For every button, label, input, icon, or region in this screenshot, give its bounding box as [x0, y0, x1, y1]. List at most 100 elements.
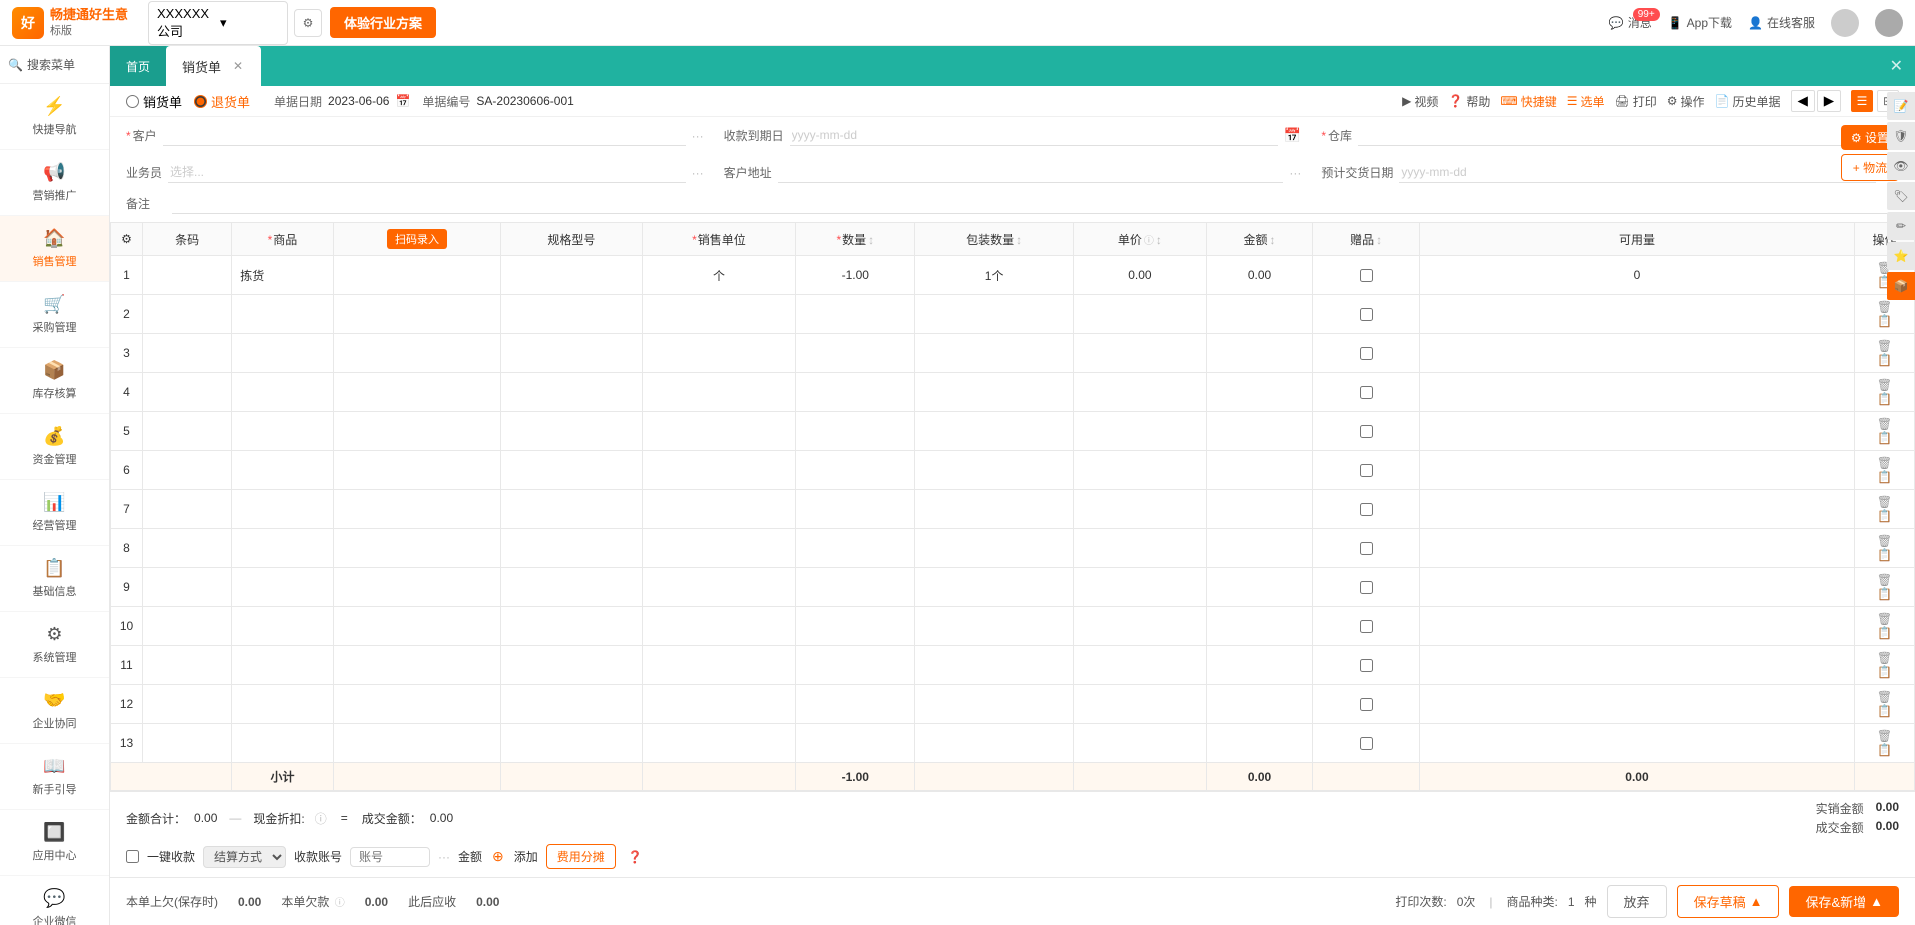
- delete-icon[interactable]: 🗑: [1877, 729, 1892, 743]
- delete-icon[interactable]: 🗑: [1877, 456, 1892, 470]
- th-scan[interactable]: 扫码录入: [333, 223, 500, 256]
- row-qty[interactable]: [796, 529, 915, 568]
- row-gift[interactable]: [1313, 295, 1420, 334]
- sidebar-item-guide[interactable]: 📖 新手引导: [0, 744, 109, 810]
- row-product[interactable]: [232, 685, 334, 724]
- tab-sales-order[interactable]: 销货单 ✕: [166, 46, 261, 86]
- float-shield-button[interactable]: 🛡: [1887, 122, 1915, 150]
- row-qty[interactable]: [796, 334, 915, 373]
- return-order-radio-label[interactable]: 退货单: [194, 92, 250, 111]
- row-unit-price[interactable]: [1074, 412, 1207, 451]
- row-unit-price[interactable]: [1074, 451, 1207, 490]
- settlement-select[interactable]: 结算方式: [203, 846, 286, 868]
- gift-checkbox[interactable]: [1360, 464, 1373, 477]
- row-gift[interactable]: [1313, 724, 1420, 763]
- row-qty[interactable]: [796, 685, 915, 724]
- gift-checkbox[interactable]: [1360, 386, 1373, 399]
- expected-date-input[interactable]: [1399, 162, 1875, 183]
- sidebar-search[interactable]: 🔍 搜索菜单: [0, 46, 109, 84]
- return-order-radio[interactable]: [194, 95, 207, 108]
- row-product[interactable]: [232, 724, 334, 763]
- delete-icon[interactable]: 🗑: [1877, 573, 1892, 587]
- copy-icon[interactable]: 📋: [1877, 587, 1892, 601]
- delete-icon[interactable]: 🗑: [1877, 690, 1892, 704]
- gift-checkbox[interactable]: [1360, 737, 1373, 750]
- row-product[interactable]: [232, 373, 334, 412]
- trial-button[interactable]: 体验行业方案: [330, 7, 436, 38]
- delete-icon[interactable]: 🗑: [1877, 417, 1892, 431]
- help-link[interactable]: ❓ 帮助: [1448, 93, 1490, 110]
- gift-checkbox[interactable]: [1360, 698, 1373, 711]
- float-box-button[interactable]: 📦: [1887, 272, 1915, 300]
- sales-order-radio-label[interactable]: 销货单: [126, 92, 182, 111]
- row-gift[interactable]: [1313, 490, 1420, 529]
- add-button[interactable]: ⊕: [492, 848, 504, 865]
- sidebar-item-sales[interactable]: 🏠 销售管理: [0, 216, 109, 282]
- company-selector[interactable]: XXXXXX公司 ▾: [148, 1, 288, 45]
- shortcut-link[interactable]: ⌨ 快捷键: [1500, 93, 1556, 110]
- copy-icon[interactable]: 📋: [1877, 431, 1892, 445]
- copy-icon[interactable]: 📋: [1877, 626, 1892, 640]
- float-pen-button[interactable]: ✏: [1887, 212, 1915, 240]
- row-qty[interactable]: [796, 490, 915, 529]
- copy-icon[interactable]: 📋: [1877, 353, 1892, 367]
- row-gift[interactable]: [1313, 256, 1420, 295]
- row-unit-price[interactable]: [1074, 295, 1207, 334]
- copy-icon[interactable]: 📋: [1877, 392, 1892, 406]
- messages-button[interactable]: 💬 消息 99+: [1609, 14, 1652, 31]
- gift-checkbox[interactable]: [1360, 503, 1373, 516]
- gift-checkbox[interactable]: [1360, 269, 1373, 282]
- account-dots[interactable]: ···: [438, 850, 450, 864]
- delete-icon[interactable]: 🗑: [1877, 300, 1892, 314]
- copy-icon[interactable]: 📋: [1877, 548, 1892, 562]
- row-unit-price[interactable]: [1074, 373, 1207, 412]
- row-product[interactable]: [232, 529, 334, 568]
- row-unit-price[interactable]: [1074, 490, 1207, 529]
- row-gift[interactable]: [1313, 685, 1420, 724]
- delete-icon[interactable]: 🗑: [1877, 378, 1892, 392]
- row-product[interactable]: [232, 412, 334, 451]
- recv-date-calendar-icon[interactable]: 📅: [1284, 127, 1301, 144]
- one-click-checkbox[interactable]: [126, 850, 139, 863]
- row-product[interactable]: [232, 607, 334, 646]
- row-qty[interactable]: [796, 295, 915, 334]
- account-input[interactable]: [350, 847, 430, 867]
- row-product[interactable]: [232, 490, 334, 529]
- row-product[interactable]: 拣货: [232, 256, 334, 295]
- row-product[interactable]: [232, 295, 334, 334]
- sidebar-item-inventory[interactable]: 📦 库存核算: [0, 348, 109, 414]
- row-gift[interactable]: [1313, 607, 1420, 646]
- sidebar-item-marketing[interactable]: 📢 营销推广: [0, 150, 109, 216]
- customer-dots[interactable]: ···: [692, 129, 704, 143]
- copy-icon[interactable]: 📋: [1877, 704, 1892, 718]
- user-avatar[interactable]: [1831, 9, 1859, 37]
- copy-icon[interactable]: 📋: [1877, 509, 1892, 523]
- note-input[interactable]: [172, 193, 1899, 214]
- select-link[interactable]: ☰ 选单: [1567, 93, 1605, 110]
- sidebar-item-system[interactable]: ⚙ 系统管理: [0, 612, 109, 678]
- sidebar-item-app-center[interactable]: 🔲 应用中心: [0, 810, 109, 876]
- row-gift[interactable]: [1313, 529, 1420, 568]
- sales-order-radio[interactable]: [126, 95, 139, 108]
- copy-icon[interactable]: 📋: [1877, 470, 1892, 484]
- tab-close-button[interactable]: ✕: [231, 59, 245, 73]
- save-new-button[interactable]: 保存&新增 ▲: [1789, 886, 1899, 917]
- delete-icon[interactable]: 🗑: [1877, 534, 1892, 548]
- row-gift[interactable]: [1313, 373, 1420, 412]
- calendar-icon[interactable]: 📅: [395, 94, 410, 108]
- float-star-button[interactable]: ⭐: [1887, 242, 1915, 270]
- history-link[interactable]: 📄 历史单据: [1715, 93, 1781, 110]
- row-qty[interactable]: [796, 451, 915, 490]
- row-gift[interactable]: [1313, 451, 1420, 490]
- row-unit-price[interactable]: [1074, 607, 1207, 646]
- row-qty[interactable]: -1.00: [796, 256, 915, 295]
- scan-button[interactable]: 扫码录入: [387, 229, 447, 249]
- row-product[interactable]: [232, 646, 334, 685]
- prev-button[interactable]: ◀: [1791, 90, 1815, 112]
- sidebar-item-collab[interactable]: 🤝 企业协同: [0, 678, 109, 744]
- app-download-button[interactable]: 📱 App下载: [1668, 14, 1732, 31]
- save-draft-button[interactable]: 保存草稿 ▲: [1677, 885, 1780, 918]
- row-qty[interactable]: [796, 646, 915, 685]
- sidebar-item-finance[interactable]: 💰 资金管理: [0, 414, 109, 480]
- gift-checkbox[interactable]: [1360, 308, 1373, 321]
